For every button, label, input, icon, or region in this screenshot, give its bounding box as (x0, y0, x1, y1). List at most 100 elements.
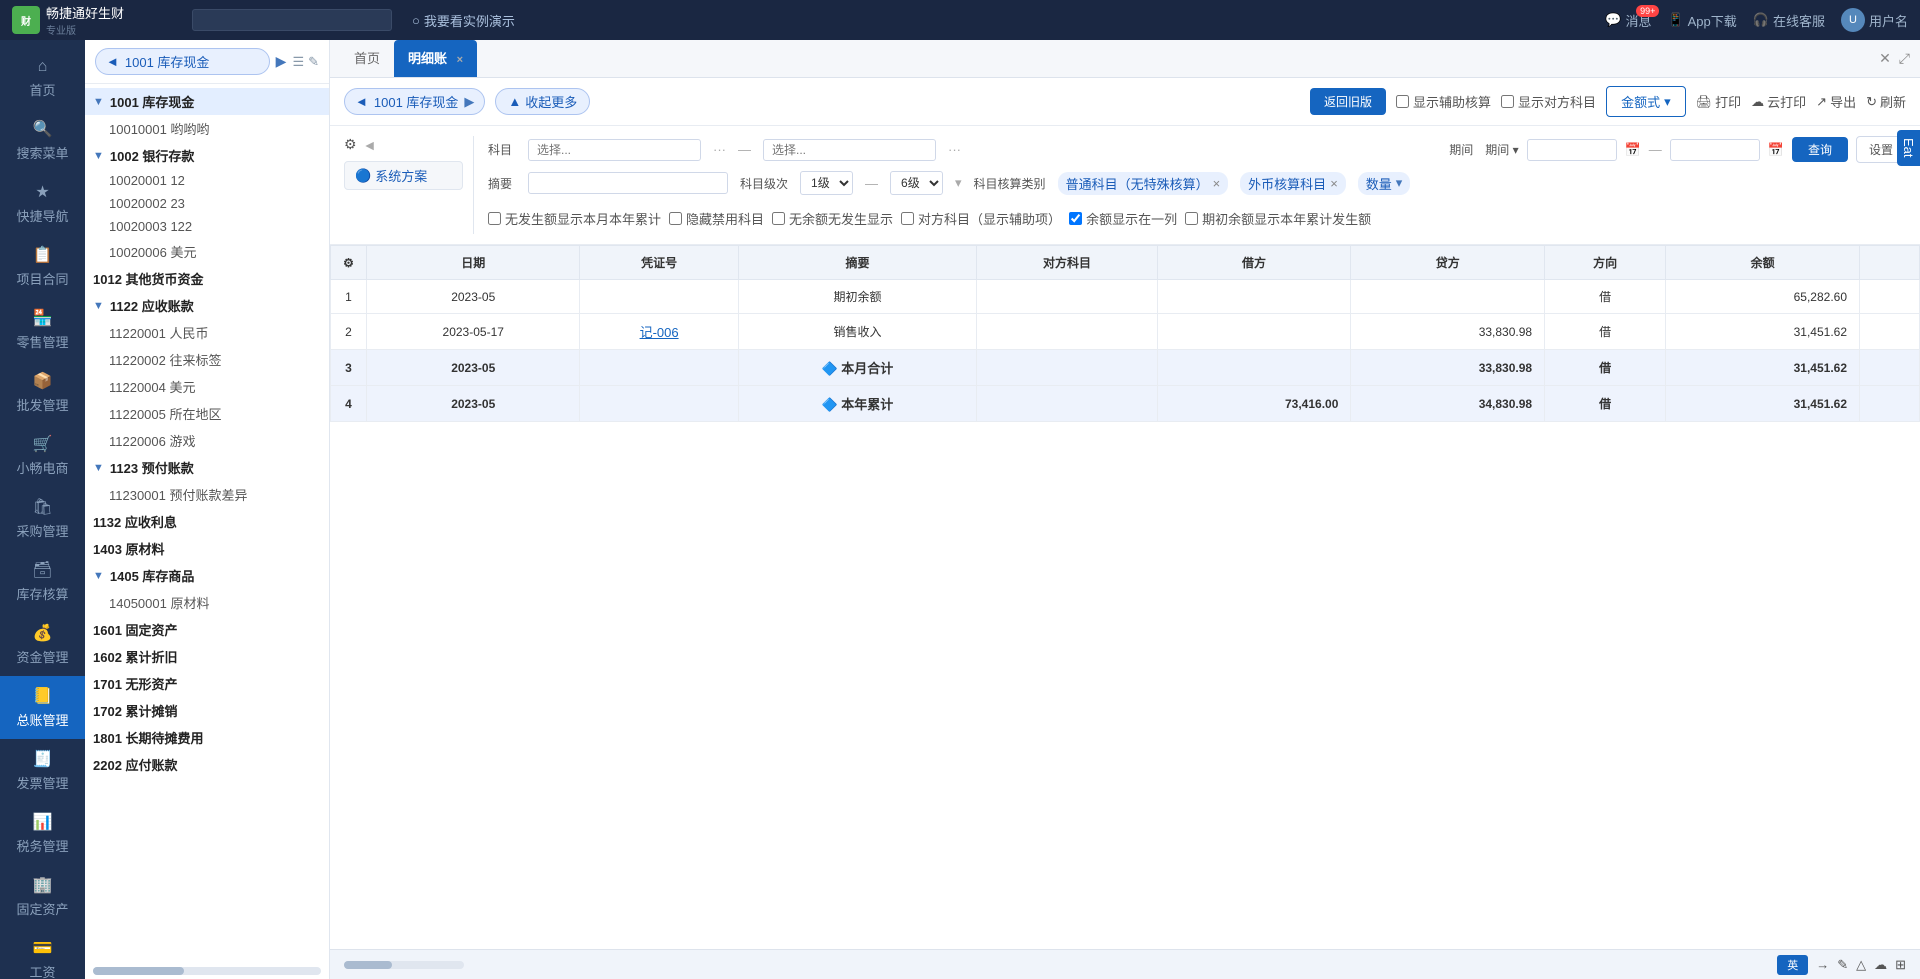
subject-end-input[interactable] (763, 139, 936, 161)
cb6-label[interactable]: 期初余额显示本年累计发生额 (1185, 209, 1371, 228)
tree-item-10020001[interactable]: 10020001 12 (85, 169, 329, 192)
tag-foreign[interactable]: 外币核算科目 × (1240, 172, 1346, 195)
show-auxiliary-input[interactable] (1396, 95, 1409, 108)
message-btn[interactable]: 💬 消息 99+ (1605, 11, 1651, 30)
sidebar-item-wholesale[interactable]: 📦 批发管理 (0, 361, 85, 424)
voucher-link[interactable]: 记-006 (640, 325, 679, 340)
tree-item-1601[interactable]: 1601 固定资产 (85, 616, 329, 643)
language-btn[interactable]: 英 (1777, 955, 1808, 975)
refresh-btn[interactable]: ↻ 刷新 (1866, 92, 1906, 111)
tree-item-10020006[interactable]: 10020006 美元 (85, 238, 329, 265)
cb3-label[interactable]: 无余额无发生显示 (772, 209, 893, 228)
tree-item-11220002[interactable]: 11220002 往来标签 (85, 346, 329, 373)
tree-item-11220006[interactable]: 11220006 游戏 (85, 427, 329, 454)
export-btn[interactable]: ↗ 导出 (1816, 92, 1856, 111)
tree-item-2202[interactable]: 2202 应付账款 (85, 751, 329, 778)
show-auxiliary-checkbox[interactable]: 显示辅助核算 (1396, 92, 1491, 111)
tag-quantity[interactable]: 数量 ▾ (1358, 172, 1411, 195)
tree-item-1403[interactable]: 1403 原材料 (85, 535, 329, 562)
filter-back-icon[interactable]: ◄ (363, 137, 377, 153)
cb6-input[interactable] (1185, 212, 1198, 225)
query-btn[interactable]: 查询 (1792, 137, 1848, 162)
sidebar-item-assets[interactable]: 🏢 固定资产 (0, 865, 85, 928)
tree-item-1012[interactable]: 1012 其他货币资金 (85, 265, 329, 292)
demo-link[interactable]: ○ 我要看实例演示 (412, 11, 515, 30)
sidebar-item-purchase[interactable]: 🛍 采购管理 (0, 487, 85, 550)
show-opposite-input[interactable] (1501, 95, 1514, 108)
tree-item-1701[interactable]: 1701 无形资产 (85, 670, 329, 697)
filter-settings-icon[interactable]: ⚙ (344, 136, 357, 153)
tree-item-1001[interactable]: ▼ 1001 库存现金 (85, 88, 329, 115)
sidebar-item-project[interactable]: 📋 项目合同 (0, 235, 85, 298)
th-settings[interactable]: ⚙ (331, 246, 367, 280)
sidebar-item-capital[interactable]: 💰 资金管理 (0, 613, 85, 676)
app-download-btn[interactable]: 📱 App下载 (1667, 11, 1736, 30)
cloud-print-btn[interactable]: ☁ 云打印 (1751, 92, 1806, 111)
cb2-label[interactable]: 隐藏禁用科目 (669, 209, 764, 228)
tab-close-all-icon[interactable]: ✕ (1879, 50, 1891, 67)
table-row[interactable]: 3 2023-05 🔷 本月合计 33,830.98 借 31,451.62 (331, 350, 1920, 386)
return-old-btn[interactable]: 返回旧版 (1310, 88, 1386, 115)
tag-normal[interactable]: 普通科目（无特殊核算） × (1058, 172, 1229, 195)
tree-edit-icon[interactable]: ✎ (308, 54, 319, 70)
sidebar-item-inventory[interactable]: 🗃 库存核算 (0, 550, 85, 613)
quantity-arrow[interactable]: ▾ (1396, 175, 1403, 191)
sidebar-item-search[interactable]: 🔍 搜索菜单 (0, 109, 85, 172)
tree-item-1122[interactable]: ▼ 1122 应收账款 (85, 292, 329, 319)
cb5-input[interactable] (1069, 212, 1082, 225)
summary-input[interactable] (528, 172, 728, 194)
tree-search-badge[interactable]: ◄ 1001 库存现金 (95, 48, 270, 75)
tree-list-icon[interactable]: ☰ (292, 54, 304, 70)
table-row[interactable]: 4 2023-05 🔷 本年累计 73,416.00 34,830.98 借 3… (331, 386, 1920, 422)
tree-nav-right[interactable]: ▶ (276, 53, 287, 70)
tree-item-10020003[interactable]: 10020003 122 (85, 215, 329, 238)
show-opposite-checkbox[interactable]: 显示对方科目 (1501, 92, 1596, 111)
cell-voucher[interactable]: 记-006 (580, 314, 738, 350)
tab-expand-icon[interactable]: ⤢ (1899, 50, 1910, 67)
cb1-input[interactable] (488, 212, 501, 225)
bottom-icon3[interactable]: △ (1856, 957, 1866, 973)
tree-item-1123[interactable]: ▼ 1123 预付账款 (85, 454, 329, 481)
tag-foreign-remove[interactable]: × (1330, 176, 1338, 191)
bottom-icon5[interactable]: ⊞ (1895, 957, 1906, 973)
cb5-label[interactable]: 余额显示在一列 (1069, 209, 1177, 228)
tree-item-1801[interactable]: 1801 长期待摊费用 (85, 724, 329, 751)
period-mode-select[interactable]: 期间 ▾ (1485, 141, 1518, 158)
amount-mode-btn[interactable]: 金额式 ▾ (1606, 86, 1686, 117)
period-end-input[interactable]: 2023-05 (1670, 139, 1760, 161)
tree-item-1702[interactable]: 1702 累计摊销 (85, 697, 329, 724)
tree-item-14050001[interactable]: 14050001 原材料 (85, 589, 329, 616)
tree-item-1002[interactable]: ▼ 1002 银行存款 (85, 142, 329, 169)
sidebar-item-salary[interactable]: 💳 工资 (0, 928, 85, 979)
tree-item-11220004[interactable]: 11220004 美元 (85, 373, 329, 400)
sidebar-item-home[interactable]: ⌂ 首页 (0, 48, 85, 109)
sidebar-item-retail[interactable]: 🏪 零售管理 (0, 298, 85, 361)
tree-item-1602[interactable]: 1602 累计折旧 (85, 643, 329, 670)
tab-close-btn[interactable]: × (457, 54, 463, 66)
sidebar-item-ecommerce[interactable]: 🛒 小畅电商 (0, 424, 85, 487)
tree-item-10010001[interactable]: 10010001 哟哟哟 (85, 115, 329, 142)
tree-item-11220001[interactable]: 11220001 人民币 (85, 319, 329, 346)
cb3-input[interactable] (772, 212, 785, 225)
tag-normal-remove[interactable]: × (1213, 176, 1221, 191)
sidebar-item-invoice[interactable]: 🧾 发票管理 (0, 739, 85, 802)
subject-input[interactable] (528, 139, 701, 161)
tree-item-11230001[interactable]: 11230001 预付账款差异 (85, 481, 329, 508)
sidebar-item-shortcut[interactable]: ★ 快捷导航 (0, 172, 85, 235)
level-start-select[interactable]: 1级2级3级 (800, 171, 853, 195)
table-row[interactable]: 2 2023-05-17 记-006 销售收入 33,830.98 借 31,4… (331, 314, 1920, 350)
online-service-btn[interactable]: 🎧 在线客服 (1753, 11, 1825, 30)
calendar-icon2[interactable]: 📅 (1768, 142, 1784, 158)
tree-item-1132[interactable]: 1132 应收利息 (85, 508, 329, 535)
user-area[interactable]: U 用户名 (1841, 8, 1908, 32)
tree-item-11220005[interactable]: 11220005 所在地区 (85, 400, 329, 427)
table-row[interactable]: 1 2023-05 期初余额 借 65,282.60 (331, 280, 1920, 314)
bottom-icon4[interactable]: ☁ (1874, 957, 1887, 973)
period-start-input[interactable]: 2023-05 (1527, 139, 1617, 161)
account-badge[interactable]: ◄ 1001 库存现金 ▶ (344, 88, 485, 115)
print-btn[interactable]: 🖨 打印 (1696, 92, 1742, 111)
tab-detail[interactable]: 明细账 × (394, 40, 477, 77)
cb2-input[interactable] (669, 212, 682, 225)
right-panel-btn[interactable]: Eat (1897, 130, 1920, 166)
tree-item-1405[interactable]: ▼ 1405 库存商品 (85, 562, 329, 589)
